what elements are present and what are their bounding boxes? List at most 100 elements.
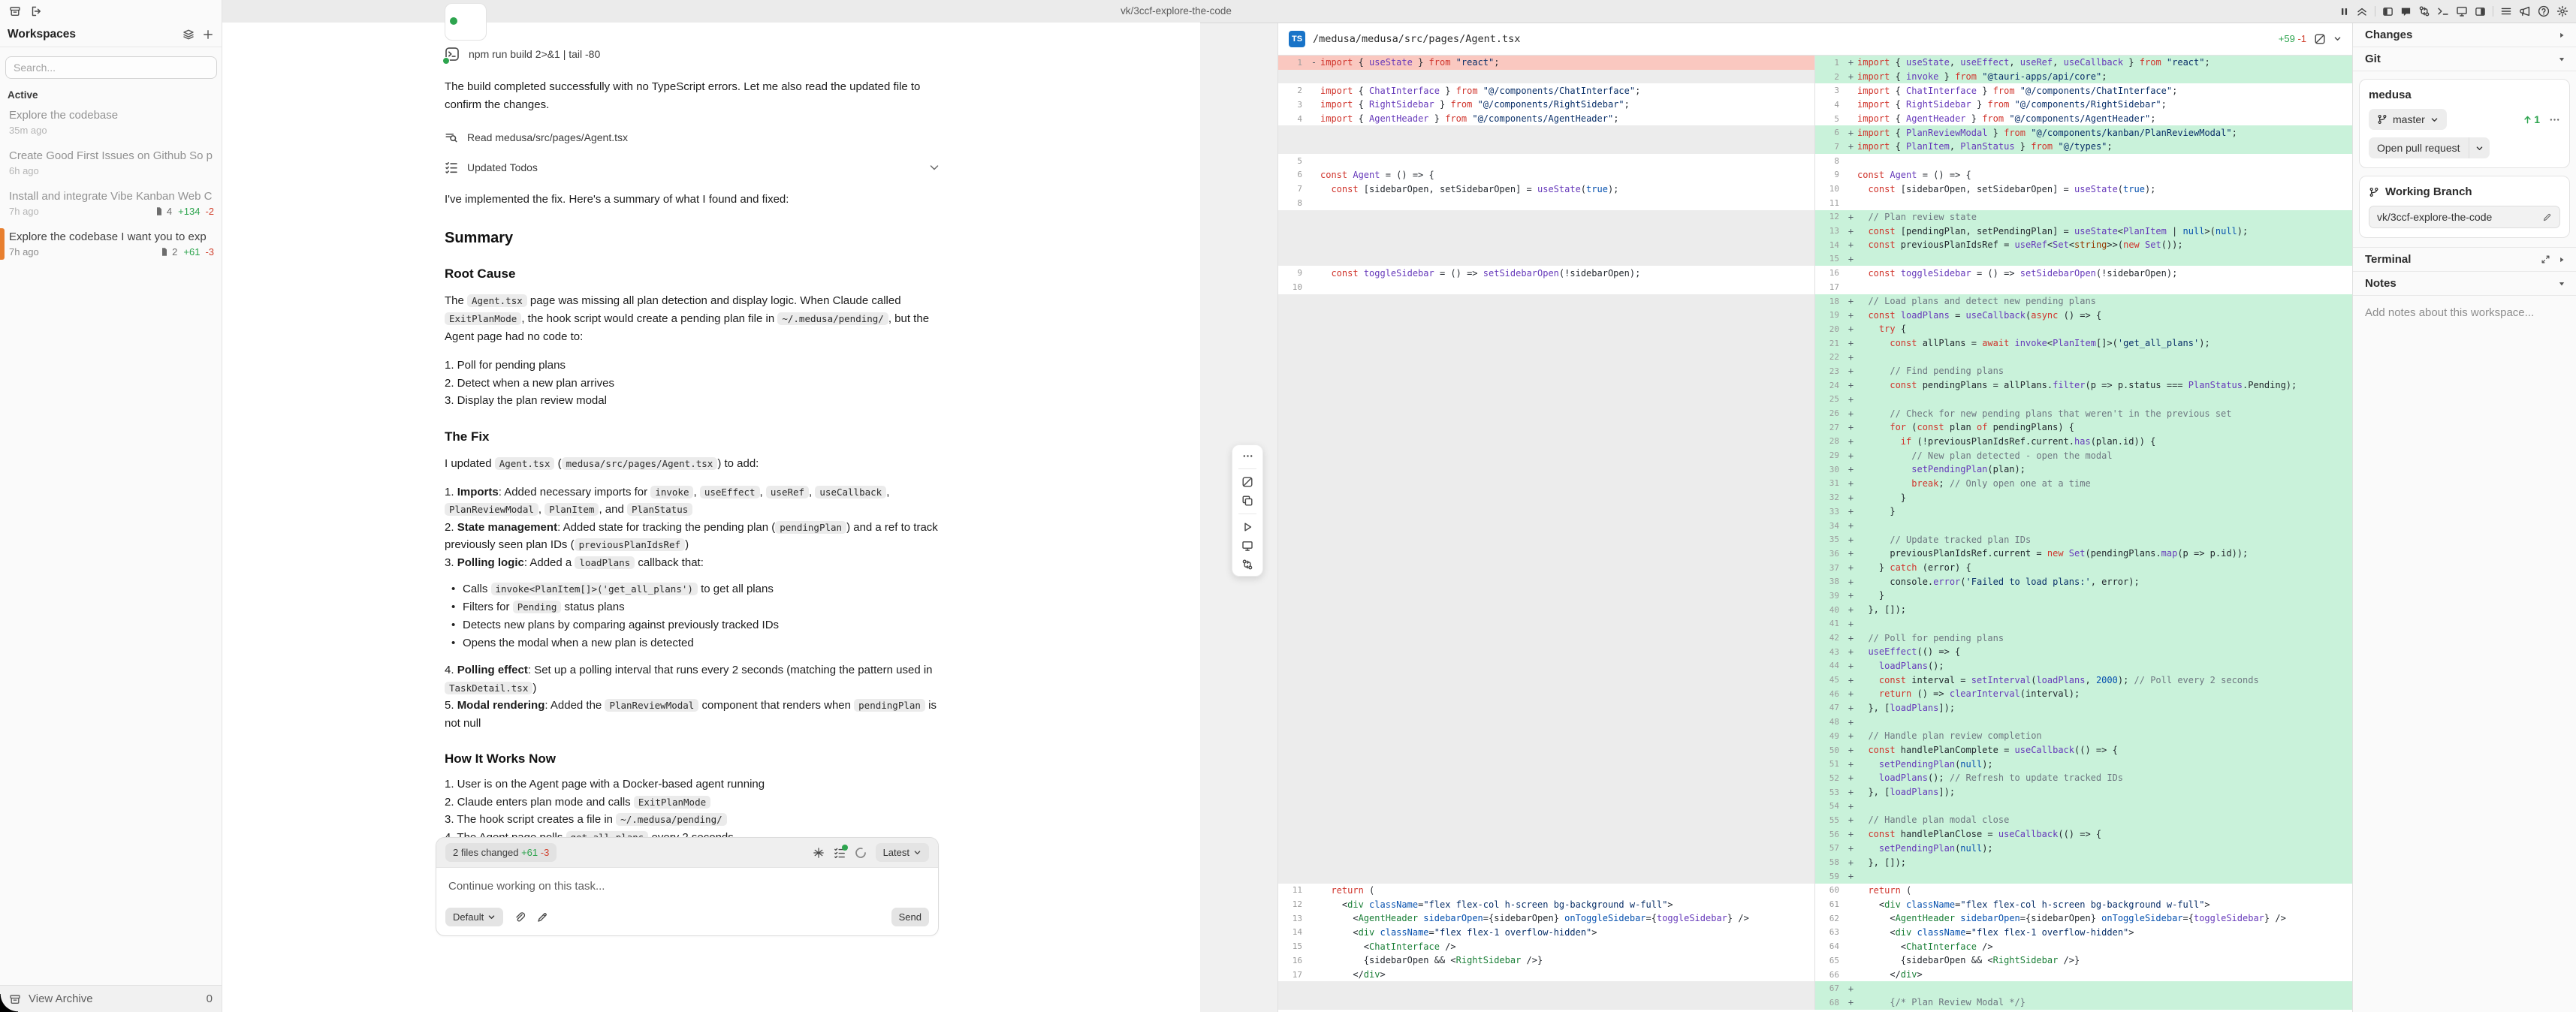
diff-row: 58+ }, []); (1278, 855, 2352, 869)
tool-call-chip[interactable]: npm run build 2>&1 | tail -80 (445, 47, 940, 62)
diff-row: 37+ } catch (error) { (1278, 561, 2352, 575)
chevron-down-icon (2558, 56, 2565, 63)
active-section-label: Active (8, 89, 214, 101)
chevron-down-icon[interactable] (928, 161, 940, 173)
chevrons-up-icon[interactable] (2356, 5, 2368, 17)
drag-handle-icon[interactable] (1242, 450, 1253, 462)
tool-call-label: Read medusa/src/pages/Agent.tsx (467, 131, 628, 143)
mode-dropdown[interactable]: Default (445, 908, 503, 926)
version-dropdown[interactable]: Latest (876, 843, 929, 862)
help-icon[interactable] (2538, 5, 2550, 17)
app-window: vk/3ccf-explore-the-code Workspaces (0, 0, 2576, 1012)
tool-call-chip[interactable]: Updated Todos (445, 161, 940, 174)
changes-section-header[interactable]: Changes (2353, 23, 2576, 47)
diff-row: 67+ (1278, 981, 2352, 995)
expand-icon[interactable] (2541, 255, 2550, 264)
pull-request-options-button[interactable] (2469, 137, 2490, 158)
attach-file-icon[interactable] (514, 911, 526, 923)
diff-filler-cell (1278, 125, 1815, 140)
add-workspace-button[interactable] (202, 29, 214, 41)
diff-row: 56+ const handlePlanClose = useCallback(… (1278, 827, 2352, 842)
message-composer: 2 files changed +61 -3 Latest Default (436, 837, 939, 936)
run-icon[interactable] (1241, 521, 1253, 533)
floating-toolbar[interactable] (1232, 444, 1263, 577)
git-section-header[interactable]: Git (2353, 47, 2576, 71)
list-item: 3. Display the plan review modal (445, 392, 940, 410)
diff-added-cell: 20+ try { (1815, 322, 2352, 336)
diff-added-cell: 46+ return () => clearInterval(interval)… (1815, 687, 2352, 701)
archive-box-icon[interactable] (9, 5, 21, 17)
diff-filler-cell (1278, 420, 1815, 435)
diff-filler-cell (1278, 589, 1815, 603)
copy-icon[interactable] (1241, 495, 1253, 507)
diff-context-cell: 16 const toggleSidebar = () => setSideba… (1815, 266, 2352, 280)
panel-left-icon[interactable] (2382, 6, 2394, 17)
diff-row: 9 const toggleSidebar = () => setSidebar… (1278, 266, 2352, 280)
files-changed-badge[interactable]: 2 files changed +61 -3 (445, 843, 557, 862)
working-branch-input[interactable]: vk/3ccf-explore-the-code (2369, 206, 2560, 228)
megaphone-icon[interactable] (2519, 5, 2531, 17)
workspace-item[interactable]: Explore the codebase I want you to exp7h… (0, 224, 222, 264)
more-actions-icon[interactable] (2549, 114, 2560, 125)
diff-filler-cell (1278, 631, 1815, 645)
diff-view-icon[interactable] (2314, 33, 2326, 45)
pause-icon[interactable] (2339, 7, 2349, 17)
sign-out-icon[interactable] (30, 5, 42, 17)
titlebar[interactable]: vk/3ccf-explore-the-code (0, 0, 2576, 23)
panel-right-icon[interactable] (2475, 6, 2486, 17)
branch-name: master (2393, 113, 2425, 125)
added-count: +61 (521, 847, 538, 858)
diff-added-cell: 38+ console.error('Failed to load plans:… (1815, 574, 2352, 589)
workspace-item[interactable]: Create Good First Issues on Github So p6… (0, 143, 222, 183)
monitor-icon[interactable] (2456, 5, 2468, 17)
diff-row: 6+import { PlanReviewModal } from "@/com… (1278, 125, 2352, 140)
tool-call-chip[interactable]: Read medusa/src/pages/Agent.tsx (445, 131, 940, 144)
view-archive-row[interactable]: View Archive 0 (0, 985, 222, 1012)
open-pull-request-button[interactable]: Open pull request (2369, 137, 2469, 158)
pencil-icon[interactable] (2542, 212, 2552, 222)
diff-context-cell: 2import { ChatInterface } from "@/compon… (1278, 83, 1815, 98)
git-compare-icon[interactable] (2418, 5, 2430, 17)
arrow-up-icon (2523, 115, 2532, 125)
send-button[interactable]: Send (891, 908, 929, 926)
terminal-section-header[interactable]: Terminal (2353, 247, 2576, 272)
notes-section-header[interactable]: Notes (2353, 272, 2576, 296)
diff-context-cell: 5import { AgentHeader } from "@/componen… (1815, 112, 2352, 126)
diff-context-cell: 63 <div className="flex flex-1 overflow-… (1815, 926, 2352, 940)
diff-added-cell: 18+ // Load plans and detect new pending… (1815, 294, 2352, 309)
gear-icon[interactable] (2556, 5, 2568, 17)
edit-pen-icon[interactable] (536, 911, 548, 923)
diff-filler-cell (1278, 715, 1815, 729)
workspace-search-input[interactable] (5, 56, 217, 79)
diff-row: 19+ const loadPlans = useCallback(async … (1278, 308, 2352, 322)
diff-body[interactable]: 1-import { useState } from "react";1+imp… (1278, 56, 2352, 1012)
layers-icon[interactable] (182, 29, 195, 41)
mode-label: Default (453, 911, 484, 923)
branch-selector[interactable]: master (2369, 109, 2447, 130)
spark-icon[interactable] (813, 847, 825, 859)
collapse-file-icon[interactable] (2333, 35, 2342, 43)
chat-bubble-icon[interactable] (2400, 6, 2412, 17)
diff-added-cell: 22+ (1815, 350, 2352, 364)
diff-context-cell: 7 const [sidebarOpen, setSidebarOpen] = … (1278, 182, 1815, 196)
diff-added-cell: 55+ // Handle plan modal close (1815, 813, 2352, 827)
terminal-icon[interactable] (2437, 5, 2449, 17)
message-input[interactable] (439, 872, 935, 900)
tool-call-label: Updated Todos (467, 161, 538, 173)
todo-list-icon[interactable] (834, 847, 846, 859)
diff-added: +59 (2279, 33, 2295, 44)
diff-filler-cell (1278, 393, 1815, 407)
git-branch-icon (2369, 187, 2379, 197)
diff-row: 43+ useEffect(() => { (1278, 645, 2352, 659)
diff-added-cell: 44+ loadPlans(); (1815, 659, 2352, 673)
git-compare-icon[interactable] (1241, 559, 1253, 571)
list-item: 1. Poll for pending plans (445, 357, 940, 375)
diff-view-icon[interactable] (1241, 476, 1253, 488)
diff-file-header[interactable]: TS /medusa/medusa/src/pages/Agent.tsx +5… (1278, 23, 2352, 56)
workspace-item[interactable]: Explore the codebase35m ago (0, 102, 222, 143)
diff-added-cell: 23+ // Find pending plans (1815, 364, 2352, 378)
notes-placeholder[interactable]: Add notes about this workspace... (2353, 296, 2576, 330)
monitor-icon[interactable] (1241, 540, 1253, 552)
workspace-item[interactable]: Install and integrate Vibe Kanban Web C7… (0, 183, 222, 224)
menu-icon[interactable] (2500, 5, 2512, 17)
